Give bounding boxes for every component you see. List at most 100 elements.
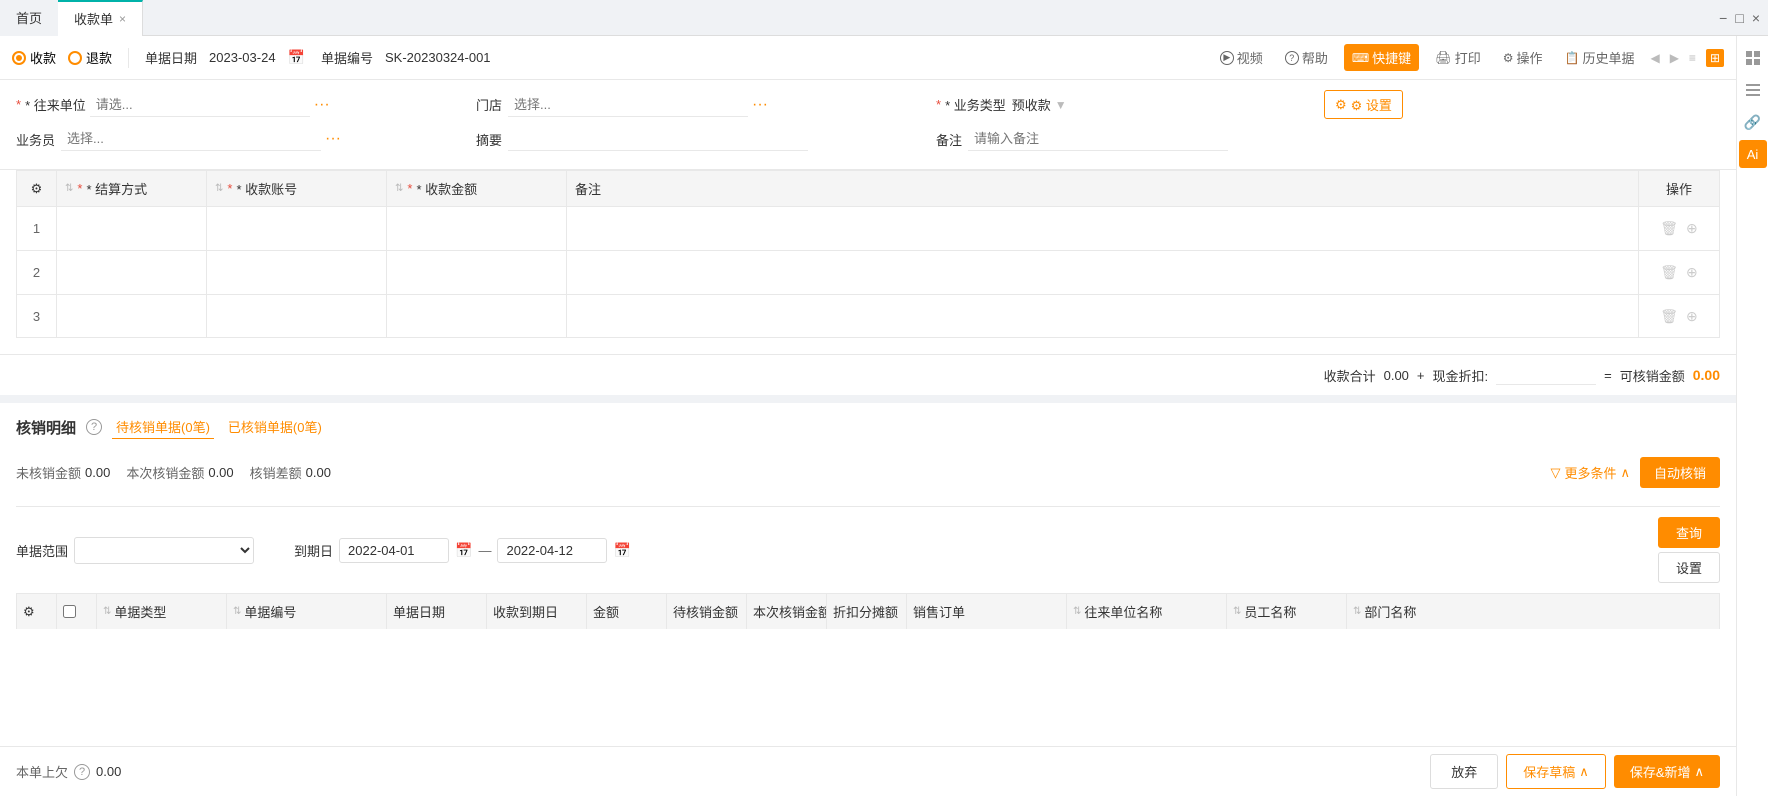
grid-sidebar-icon [1745, 50, 1761, 66]
shortcut-btn[interactable]: ⌨ 快捷键 [1344, 44, 1419, 71]
counterpart-input[interactable] [90, 93, 310, 117]
summary-label: 摘要 [476, 130, 502, 149]
settings-btn[interactable]: ⚙ ⚙ 设置 [1324, 90, 1403, 119]
sort-icon-account[interactable]: ⇅ [215, 183, 223, 194]
store-more-btn[interactable]: ··· [752, 96, 768, 114]
tab-done[interactable]: 已核销单据(0笔) [224, 415, 326, 439]
radio-group: 收款 退款 [12, 48, 112, 67]
row-2-settlement[interactable] [57, 251, 207, 294]
row-3-copy-icon[interactable]: ⊕ [1686, 308, 1698, 325]
sort-staff-icon[interactable]: ⇅ [1233, 606, 1241, 617]
reconcile-info-icon[interactable]: ? [86, 419, 102, 435]
row-2-account[interactable] [207, 251, 387, 294]
more-conditions-btn[interactable]: ▽ 更多条件 ∧ [1550, 463, 1630, 482]
discount-input[interactable] [1496, 365, 1596, 385]
table-gear-header[interactable]: ⚙ [17, 171, 57, 206]
bottom-info-icon[interactable]: ? [74, 764, 90, 780]
print-icon: 🖨 [1435, 50, 1452, 66]
query-actions: 查询 设置 [1658, 517, 1720, 583]
row-2-delete-icon[interactable]: 🗑 [1660, 264, 1678, 281]
range-select[interactable] [74, 537, 254, 564]
sort-icon-settlement[interactable]: ⇅ [65, 183, 73, 194]
sidebar-icon-1[interactable] [1739, 44, 1767, 72]
staff-more-btn[interactable]: ··· [325, 130, 341, 148]
remark-input[interactable] [968, 127, 1228, 151]
window-close-icon[interactable]: × [1752, 10, 1760, 26]
grid-toggle-icon[interactable]: ⊞ [1706, 49, 1724, 67]
due-date-end-input[interactable] [497, 538, 607, 563]
store-input[interactable] [508, 93, 748, 117]
bottom-th-check[interactable] [57, 594, 97, 629]
sort-dept-icon[interactable]: ⇅ [1353, 606, 1361, 617]
sidebar-icon-4[interactable]: Ai [1739, 140, 1767, 168]
calendar-end-icon[interactable]: 📅 [613, 542, 630, 559]
row-3-remark[interactable] [567, 295, 1639, 337]
tab-close-icon[interactable]: × [119, 12, 126, 26]
select-all-checkbox[interactable] [63, 605, 76, 618]
auto-reconcile-btn[interactable]: 自动核销 [1640, 457, 1720, 488]
bottom-th-dept-label: 部门名称 [1364, 602, 1416, 621]
section-divider [0, 395, 1736, 403]
row-2-amount[interactable] [387, 251, 567, 294]
calendar-start-icon[interactable]: 📅 [455, 542, 472, 559]
print-btn[interactable]: 🖨 打印 [1429, 46, 1487, 69]
row-1-copy-icon[interactable]: ⊕ [1686, 220, 1698, 237]
sort-icon-amount[interactable]: ⇅ [395, 183, 403, 194]
history-btn[interactable]: 📋 历史单据 [1558, 46, 1640, 69]
tab-pending[interactable]: 待核销单据(0笔) [112, 415, 214, 439]
row-1-settlement[interactable] [57, 207, 207, 250]
biz-type-chevron-icon[interactable]: ▼ [1055, 98, 1067, 112]
window-min-icon[interactable]: − [1719, 10, 1727, 26]
sidebar-icon-2[interactable] [1739, 76, 1767, 104]
query-settings-btn[interactable]: 设置 [1658, 552, 1720, 583]
discard-button[interactable]: 放弃 [1430, 754, 1498, 789]
radio-refund[interactable]: 退款 [68, 48, 112, 67]
video-btn[interactable]: ▶ 视频 [1214, 46, 1269, 69]
th-account-label: * 收款账号 [236, 179, 297, 198]
bottom-th-gear[interactable]: ⚙ [17, 594, 57, 629]
nav-left-icon[interactable]: ◀ [1650, 51, 1659, 65]
bottom-th-due-date-label: 收款到期日 [493, 602, 558, 621]
summary-input[interactable] [508, 127, 808, 151]
sort-bill-type-icon[interactable]: ⇅ [103, 606, 111, 617]
table-header: ⚙ ⇅ * * 结算方式 ⇅ * * 收款账号 ⇅ * * 收款金额 备注 操作 [16, 170, 1720, 206]
row-1-account[interactable] [207, 207, 387, 250]
tab-active[interactable]: 收款单 × [58, 0, 143, 36]
row-3-amount[interactable] [387, 295, 567, 337]
bottom-th-discount: 折扣分摊额 [827, 594, 907, 629]
window-max-icon[interactable]: □ [1735, 10, 1743, 26]
calendar-icon[interactable]: 📅 [288, 49, 305, 66]
operation-btn[interactable]: ⚙ 操作 [1497, 46, 1549, 69]
row-2-remark[interactable] [567, 251, 1639, 294]
tab-home[interactable]: 首页 [0, 0, 58, 36]
bottom-th-due-date: 收款到期日 [487, 594, 587, 629]
settings-icon: ⚙ [1335, 97, 1347, 113]
bill-label: 单据编号 [321, 48, 373, 67]
nav-right-icon[interactable]: ▶ [1670, 51, 1679, 65]
save-new-button[interactable]: 保存&新增 ∧ [1614, 755, 1720, 788]
counterpart-more-btn[interactable]: ··· [314, 96, 330, 114]
row-3-account[interactable] [207, 295, 387, 337]
row-3-action: 🗑 ⊕ [1639, 295, 1719, 337]
row-3-settlement[interactable] [57, 295, 207, 337]
row-1-delete-icon[interactable]: 🗑 [1660, 220, 1678, 237]
link-sidebar-icon: 🔗 [1744, 114, 1761, 131]
staff-input[interactable] [61, 127, 321, 151]
help-btn[interactable]: ? 帮助 [1279, 46, 1334, 69]
bill-value: SK-20230324-001 [385, 50, 491, 65]
due-date-start-input[interactable] [339, 538, 449, 563]
reconcile-section: 核销明细 ? 待核销单据(0笔) 已核销单据(0笔) 未核销金额 0.00 本次… [0, 403, 1736, 629]
row-2-copy-icon[interactable]: ⊕ [1686, 264, 1698, 281]
radio-collection[interactable]: 收款 [12, 48, 56, 67]
row-1-amount[interactable] [387, 207, 567, 250]
sort-bill-no-icon[interactable]: ⇅ [233, 606, 241, 617]
due-label: 到期日 [294, 541, 333, 560]
query-btn[interactable]: 查询 [1658, 517, 1720, 548]
sidebar-icon-3[interactable]: 🔗 [1739, 108, 1767, 136]
list-sidebar-icon [1745, 83, 1761, 97]
row-1-remark[interactable] [567, 207, 1639, 250]
row-3-delete-icon[interactable]: 🗑 [1660, 308, 1678, 325]
sort-counterpart-icon[interactable]: ⇅ [1073, 606, 1081, 617]
save-draft-button[interactable]: 保存草稿 ∧ [1506, 754, 1606, 789]
view-toggle-icon[interactable]: ≡ [1689, 51, 1696, 65]
